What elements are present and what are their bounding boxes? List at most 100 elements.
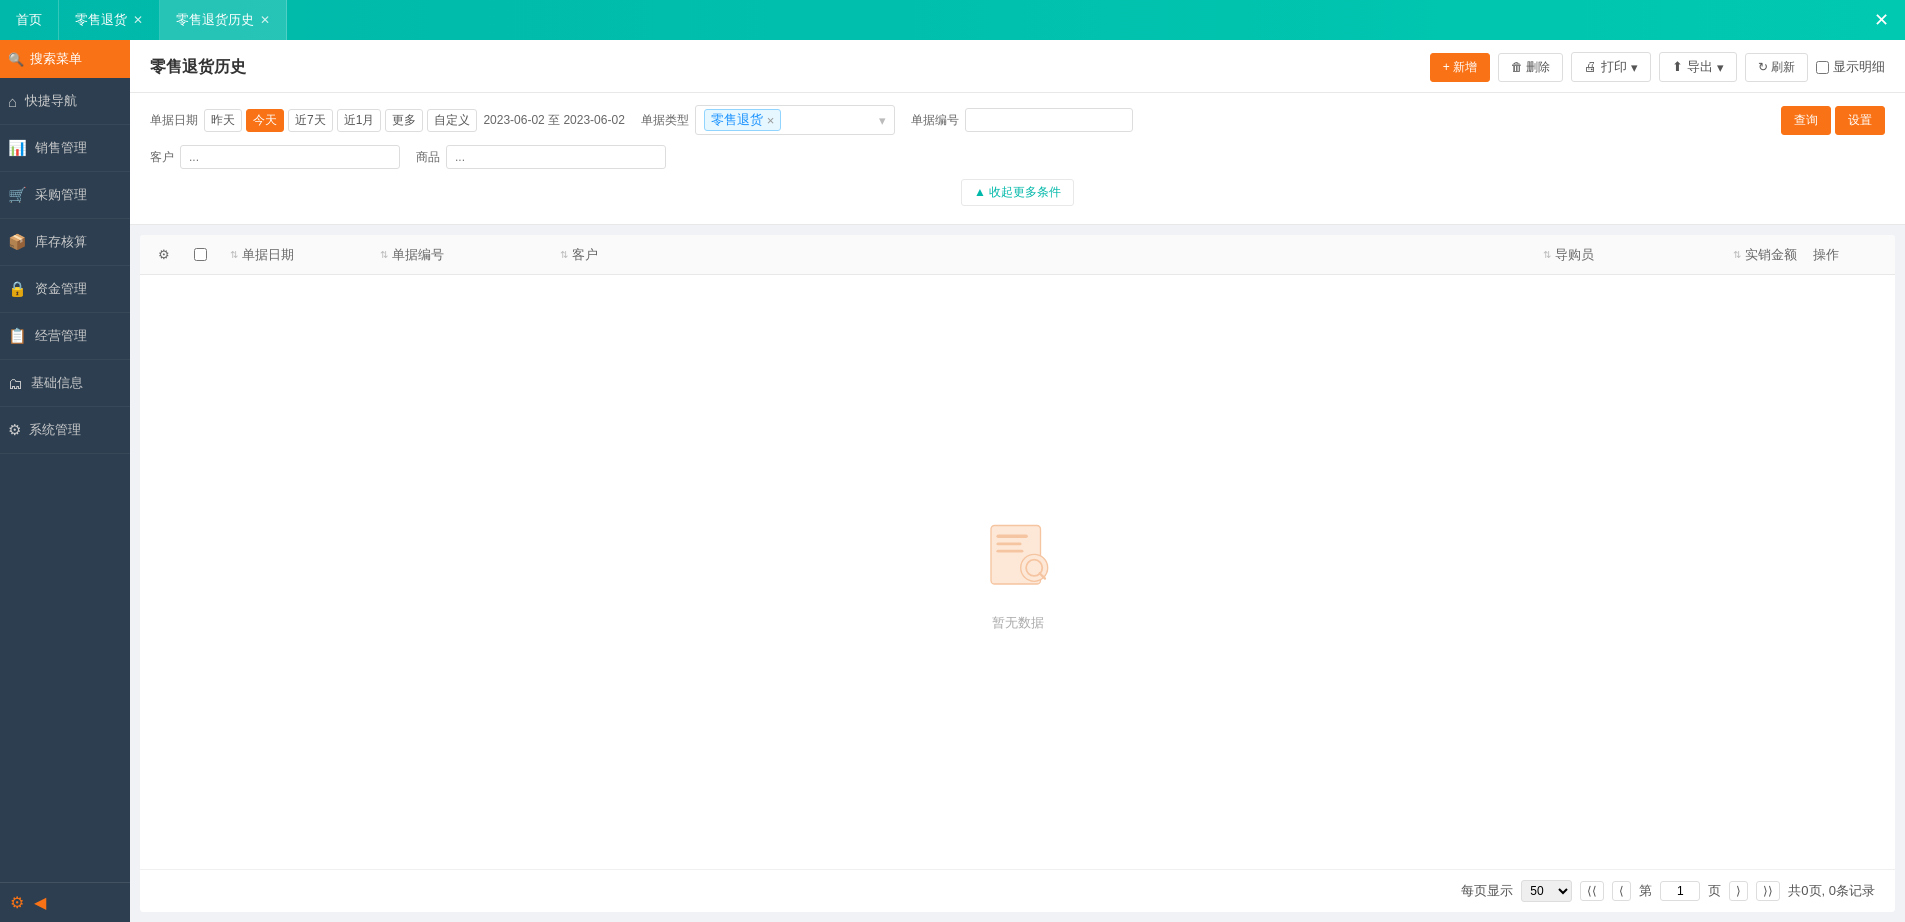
total-label: 共0页, 0条记录 [1788, 882, 1875, 900]
print-label: 🖨 打印 [1584, 58, 1627, 76]
tab-retail-return-history-label: 零售退货历史 [176, 11, 254, 29]
first-page-button[interactable]: ⟨⟨ [1580, 881, 1604, 901]
date-btn-yesterday[interactable]: 昨天 [204, 109, 242, 132]
customer-input[interactable] [180, 145, 400, 169]
tab-retail-return[interactable]: 零售退货 ✕ [59, 0, 160, 40]
delete-button[interactable]: 🗑 删除 [1498, 53, 1563, 82]
date-btn-7days[interactable]: 近7天 [288, 109, 333, 132]
tab-retail-return-close[interactable]: ✕ [133, 13, 143, 27]
sidebar-item-sales[interactable]: 📊 销售管理 [0, 125, 130, 172]
basic-info-icon: 🗂 [8, 375, 23, 392]
page-number-input[interactable] [1660, 881, 1700, 901]
date-filter: 单据日期 昨天 今天 近7天 近1月 更多 自定义 2023-06-02 至 2… [150, 109, 625, 132]
sidebar-item-quick-nav-label: 快捷导航 [25, 92, 77, 110]
filter-row-2: 客户 商品 [150, 145, 1885, 169]
date-btn-today[interactable]: 今天 [246, 109, 284, 132]
collapse-filter-button[interactable]: ▲ 收起更多条件 [961, 179, 1074, 206]
goods-filter: 商品 [416, 145, 666, 169]
pagination: 每页显示 10 20 50 100 ⟨⟨ ⟨ 第 页 ⟩ ⟩⟩ 共0页, 0条记… [140, 869, 1895, 912]
show-detail-checkbox[interactable] [1816, 61, 1829, 74]
new-button[interactable]: + 新增 [1430, 53, 1490, 82]
sort-icon-docno[interactable]: ⇅ [380, 249, 388, 260]
sidebar-item-operations-label: 经营管理 [35, 327, 87, 345]
sidebar-item-operations[interactable]: 📋 经营管理 [0, 313, 130, 360]
date-filter-label: 单据日期 [150, 112, 198, 129]
sidebar-search-label: 搜索菜单 [30, 50, 82, 68]
doc-type-label: 单据类型 [641, 112, 689, 129]
sort-icon-amount[interactable]: ⇅ [1733, 249, 1741, 260]
main-layout: 🔍 搜索菜单 ⌂ 快捷导航 📊 销售管理 🛒 采购管理 📦 库存核算 🔒 资金管… [0, 40, 1905, 922]
sidebar-item-system-label: 系统管理 [29, 421, 81, 439]
sales-icon: 📊 [8, 139, 27, 157]
date-btn-more[interactable]: 更多 [385, 109, 423, 132]
tab-retail-return-history-close[interactable]: ✕ [260, 13, 270, 27]
filter-area: 单据日期 昨天 今天 近7天 近1月 更多 自定义 2023-06-02 至 2… [130, 93, 1905, 225]
th-date-label: 单据日期 [242, 246, 294, 264]
sidebar-item-quick-nav[interactable]: ⌂ 快捷导航 [0, 78, 130, 125]
setting-button[interactable]: 设置 [1835, 106, 1885, 135]
svg-rect-3 [996, 550, 1023, 553]
date-btn-1month[interactable]: 近1月 [337, 109, 382, 132]
sort-icon-guide[interactable]: ⇅ [1543, 249, 1551, 260]
th-amount: ⇅ 实销金额 [1685, 246, 1805, 264]
sidebar-item-sales-label: 销售管理 [35, 139, 87, 157]
content-area: 零售退货历史 + 新增 🗑 删除 🖨 打印 ▾ ⬆ 导出 ▾ ↻ 刷新 [130, 40, 1905, 922]
sort-icon-date[interactable]: ⇅ [230, 249, 238, 260]
sort-icon-customer[interactable]: ⇅ [560, 249, 568, 260]
sidebar-settings-button[interactable]: ⚙ [10, 893, 24, 912]
sidebar-item-inventory[interactable]: 📦 库存核算 [0, 219, 130, 266]
toolbar: + 新增 🗑 删除 🖨 打印 ▾ ⬆ 导出 ▾ ↻ 刷新 显示明细 [1430, 52, 1885, 82]
goods-label: 商品 [416, 149, 440, 166]
page-title: 零售退货历史 [150, 57, 246, 78]
goods-input[interactable] [446, 145, 666, 169]
tab-retail-return-history[interactable]: 零售退货历史 ✕ [160, 0, 287, 40]
sidebar-item-purchase[interactable]: 🛒 采购管理 [0, 172, 130, 219]
sidebar: 🔍 搜索菜单 ⌂ 快捷导航 📊 销售管理 🛒 采购管理 📦 库存核算 🔒 资金管… [0, 40, 130, 922]
tab-home[interactable]: 首页 [0, 0, 59, 40]
empty-illustration [973, 512, 1063, 602]
query-button[interactable]: 查询 [1781, 106, 1831, 135]
top-tabs: 首页 零售退货 ✕ 零售退货历史 ✕ [0, 0, 1858, 40]
th-date: ⇅ 单据日期 [222, 246, 372, 264]
sidebar-item-purchase-label: 采购管理 [35, 186, 87, 204]
doc-type-dropdown-icon[interactable]: ▾ [879, 113, 886, 128]
page-size-label: 每页显示 [1461, 882, 1513, 900]
sidebar-item-finance[interactable]: 🔒 资金管理 [0, 266, 130, 313]
sidebar-item-basic-info[interactable]: 🗂 基础信息 [0, 360, 130, 407]
doc-type-tag-close[interactable]: × [767, 113, 775, 128]
export-button[interactable]: ⬆ 导出 ▾ [1659, 52, 1737, 82]
export-dropdown-icon[interactable]: ▾ [1717, 60, 1724, 75]
page-header: 零售退货历史 + 新增 🗑 删除 🖨 打印 ▾ ⬆ 导出 ▾ ↻ 刷新 [130, 40, 1905, 93]
select-all-checkbox[interactable] [194, 248, 207, 261]
refresh-button[interactable]: ↻ 刷新 [1745, 53, 1808, 82]
top-bar: 首页 零售退货 ✕ 零售退货历史 ✕ ✕ [0, 0, 1905, 40]
empty-text: 暂无数据 [992, 614, 1044, 632]
show-detail-text: 显示明细 [1833, 58, 1885, 76]
print-dropdown-icon[interactable]: ▾ [1631, 60, 1638, 75]
sidebar-item-inventory-label: 库存核算 [35, 233, 87, 251]
purchase-icon: 🛒 [8, 186, 27, 204]
inventory-icon: 📦 [8, 233, 27, 251]
th-customer: ⇅ 客户 [552, 246, 1535, 264]
th-guide: ⇅ 导购员 [1535, 246, 1685, 264]
sidebar-item-system[interactable]: ⚙ 系统管理 [0, 407, 130, 454]
show-detail-label[interactable]: 显示明细 [1816, 58, 1885, 76]
sidebar-search[interactable]: 🔍 搜索菜单 [0, 40, 130, 78]
sidebar-item-finance-label: 资金管理 [35, 280, 87, 298]
date-buttons: 昨天 今天 近7天 近1月 更多 自定义 [204, 109, 477, 132]
data-table: ⚙ ⇅ 单据日期 ⇅ 单据编号 ⇅ 客户 ⇅ [140, 235, 1895, 912]
window-close-button[interactable]: ✕ [1858, 9, 1905, 31]
empty-state: 暂无数据 [140, 275, 1895, 869]
print-button[interactable]: 🖨 打印 ▾ [1571, 52, 1651, 82]
last-page-button[interactable]: ⟩⟩ [1756, 881, 1780, 901]
next-page-button[interactable]: ⟩ [1729, 881, 1748, 901]
page-size-select[interactable]: 10 20 50 100 [1521, 880, 1572, 902]
doc-type-select[interactable]: 零售退货 × ▾ [695, 105, 895, 135]
settings-icon[interactable]: ⚙ [158, 247, 170, 262]
sidebar-collapse-button[interactable]: ◀ [34, 893, 46, 912]
th-checkbox[interactable] [186, 248, 222, 261]
th-settings[interactable]: ⚙ [150, 247, 186, 262]
prev-page-button[interactable]: ⟨ [1612, 881, 1631, 901]
doc-no-input[interactable] [965, 108, 1133, 132]
date-btn-custom[interactable]: 自定义 [427, 109, 477, 132]
